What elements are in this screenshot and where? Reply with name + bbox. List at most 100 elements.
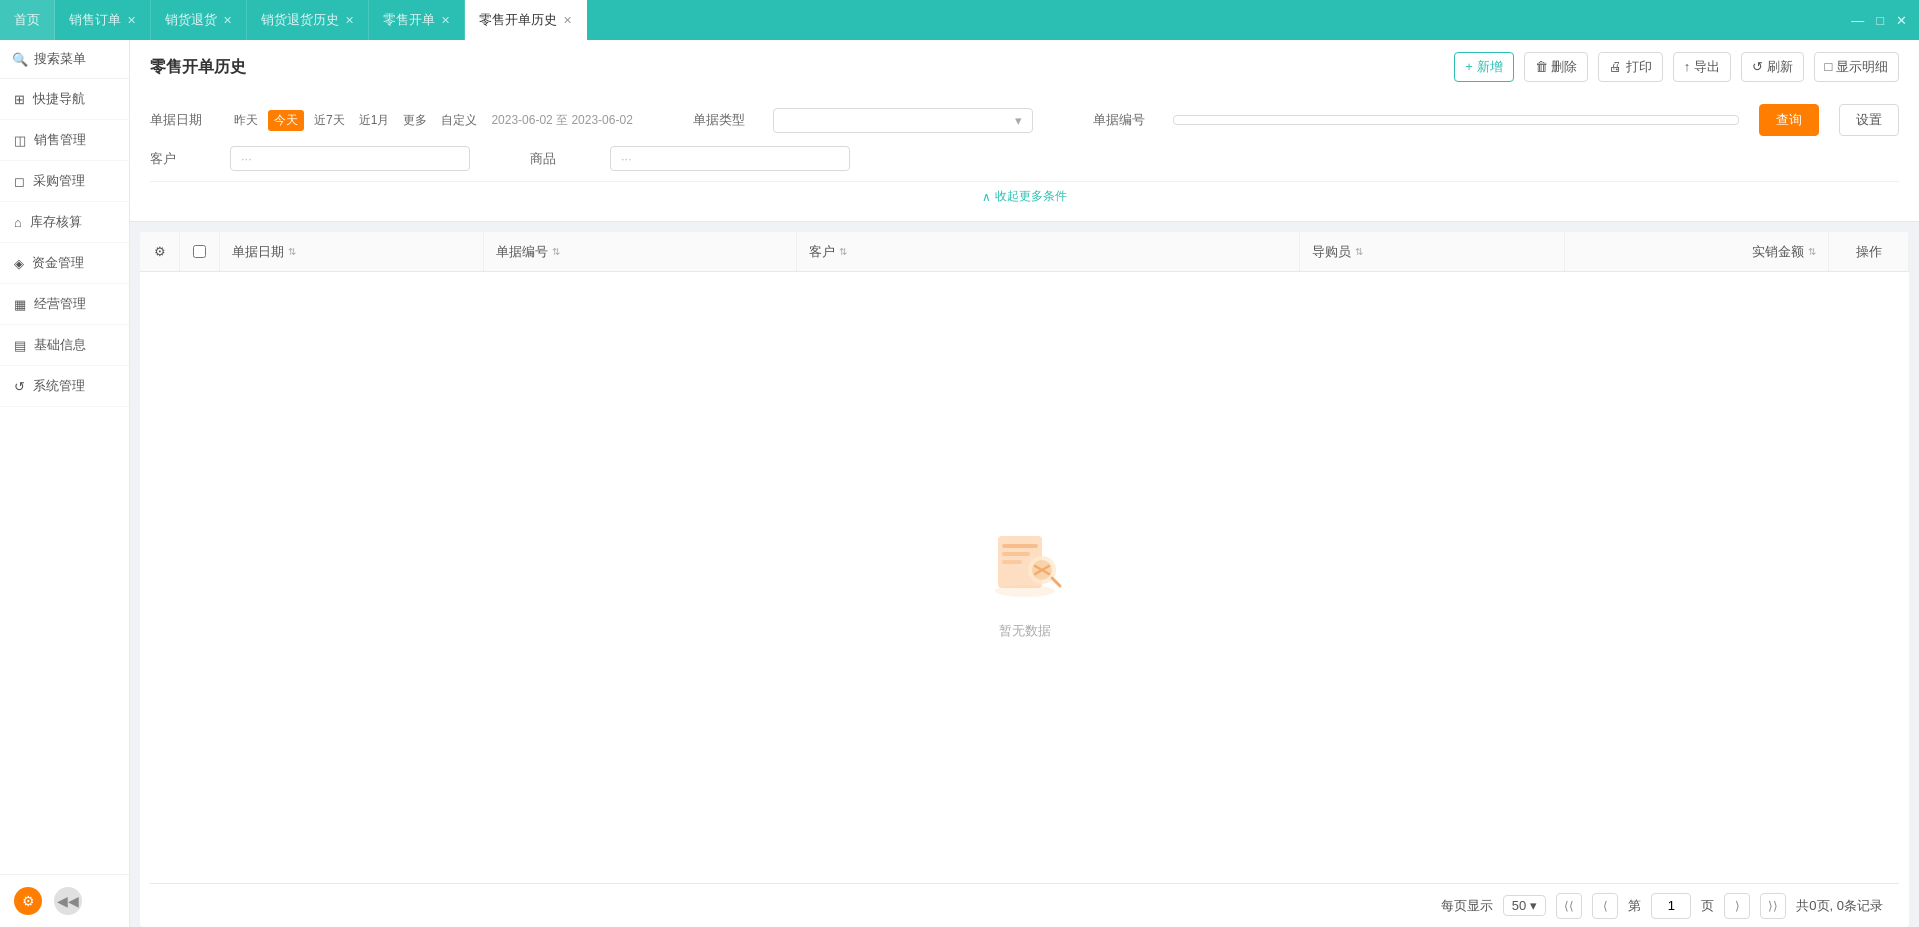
svg-rect-4 [1002, 560, 1022, 564]
collapse-icon: ∧ [982, 190, 991, 204]
guide-sort-icon[interactable]: ⇅ [1355, 246, 1363, 257]
refresh-button[interactable]: ↺ 刷新 [1741, 52, 1804, 82]
sidebar-search[interactable]: 🔍 搜索菜单 [0, 40, 129, 79]
svg-line-9 [1052, 578, 1060, 586]
type-filter-label: 单据类型 [693, 111, 753, 129]
sidebar: 🔍 搜索菜单 ⊞ 快捷导航 ◫ 销售管理 ◻ 采购管理 ⌂ 库存核算 ◈ 资金管… [0, 40, 130, 927]
goods-filter-input[interactable]: ··· [610, 146, 850, 171]
tab-sales-order[interactable]: 销售订单 ✕ [55, 0, 151, 40]
export-button[interactable]: ↑ 导出 [1673, 52, 1731, 82]
sys-mgmt-icon: ↺ [14, 379, 25, 394]
customer-ellipsis: ··· [241, 151, 252, 166]
page-input[interactable] [1651, 893, 1691, 919]
filter-row-customer: 客户 ··· 商品 ··· [150, 146, 1899, 171]
date-btn-yesterday[interactable]: 昨天 [230, 110, 262, 131]
tab-sales-return-history[interactable]: 销货退货历史 ✕ [247, 0, 369, 40]
sidebar-item-base-info[interactable]: ▤ 基础信息 [0, 325, 129, 366]
th-amount: 实销金额 ⇅ [1565, 232, 1829, 271]
tab-close-retail-open-history[interactable]: ✕ [563, 14, 572, 27]
window-maximize[interactable]: □ [1876, 13, 1884, 28]
sidebar-item-quick-nav[interactable]: ⊞ 快捷导航 [0, 79, 129, 120]
table-container: ⚙ 单据日期 ⇅ 单据编号 ⇅ 客户 ⇅ 导购员 [140, 232, 1909, 927]
delete-button[interactable]: 🗑 删除 [1524, 52, 1589, 82]
per-page-arrow: ▾ [1530, 898, 1537, 913]
filter-settings-button[interactable]: 设置 [1839, 104, 1899, 136]
window-minimize[interactable]: — [1851, 13, 1864, 28]
customer-sort-icon[interactable]: ⇅ [839, 246, 847, 257]
query-button[interactable]: 查询 [1759, 104, 1819, 136]
th-customer: 客户 ⇅ [797, 232, 1301, 271]
tab-close-sales-return-history[interactable]: ✕ [345, 14, 354, 27]
amount-sort-icon[interactable]: ⇅ [1808, 246, 1816, 257]
th-action: 操作 [1829, 232, 1909, 271]
date-range-display: 2023-06-02 至 2023-06-02 [491, 112, 632, 129]
sidebar-item-inventory[interactable]: ⌂ 库存核算 [0, 202, 129, 243]
page-next-btn[interactable]: ⟩ [1724, 893, 1750, 919]
settings-gear-button[interactable]: ⚙ [14, 887, 42, 915]
base-info-icon: ▤ [14, 338, 26, 353]
customer-filter-label: 客户 [150, 150, 210, 168]
tab-retail-open-history[interactable]: 零售开单历史 ✕ [465, 0, 587, 40]
search-icon: 🔍 [12, 52, 28, 67]
customer-filter-input[interactable]: ··· [230, 146, 470, 171]
sidebar-item-finance[interactable]: ◈ 资金管理 [0, 243, 129, 284]
page-title-row: 零售开单历史 + 新增 🗑 删除 🖨 打印 ↑ 导出 ↺ 刷新 □ 显示明细 [150, 52, 1899, 82]
empty-illustration [980, 516, 1070, 606]
inventory-icon: ⌂ [14, 215, 22, 230]
per-page-select[interactable]: 50 ▾ [1503, 895, 1546, 916]
sidebar-item-sales-mgmt[interactable]: ◫ 销售管理 [0, 120, 129, 161]
toolbar-buttons: + 新增 🗑 删除 🖨 打印 ↑ 导出 ↺ 刷新 □ 显示明细 [1454, 52, 1899, 82]
select-all-checkbox[interactable] [193, 245, 206, 258]
content-area: 零售开单历史 + 新增 🗑 删除 🖨 打印 ↑ 导出 ↺ 刷新 □ 显示明细 单… [130, 40, 1919, 927]
type-filter-select[interactable]: ▾ [773, 108, 1033, 133]
date-sort-icon[interactable]: ⇅ [288, 246, 296, 257]
date-btn-more[interactable]: 更多 [399, 110, 431, 131]
svg-rect-3 [1002, 552, 1030, 556]
purchase-icon: ◻ [14, 174, 25, 189]
num-filter-label: 单据编号 [1093, 111, 1153, 129]
sidebar-item-sys-mgmt[interactable]: ↺ 系统管理 [0, 366, 129, 407]
sales-mgmt-icon: ◫ [14, 133, 26, 148]
th-amount-label: 实销金额 [1752, 243, 1804, 261]
window-controls: — □ ✕ [1851, 13, 1919, 28]
display-detail-button[interactable]: □ 显示明细 [1814, 52, 1899, 82]
page-header: 零售开单历史 + 新增 🗑 删除 🖨 打印 ↑ 导出 ↺ 刷新 □ 显示明细 单… [130, 40, 1919, 222]
type-select-arrow: ▾ [1015, 113, 1022, 128]
date-filter-label: 单据日期 [150, 111, 210, 129]
th-num-label: 单据编号 [496, 243, 548, 261]
page-label2: 页 [1701, 897, 1714, 915]
sidebar-item-purchase-mgmt[interactable]: ◻ 采购管理 [0, 161, 129, 202]
sidebar-item-operations[interactable]: ▦ 经营管理 [0, 284, 129, 325]
page-prev-btn[interactable]: ⟨ [1592, 893, 1618, 919]
th-gear[interactable]: ⚙ [140, 232, 180, 271]
sidebar-collapse-button[interactable]: ◀◀ [54, 887, 82, 915]
th-action-label: 操作 [1856, 243, 1882, 261]
new-button[interactable]: + 新增 [1454, 52, 1513, 82]
page-first-btn[interactable]: ⟨⟨ [1556, 893, 1582, 919]
num-filter-input[interactable] [1173, 115, 1739, 125]
date-btn-today[interactable]: 今天 [268, 110, 304, 131]
quick-nav-icon: ⊞ [14, 92, 25, 107]
print-button[interactable]: 🖨 打印 [1598, 52, 1663, 82]
window-close[interactable]: ✕ [1896, 13, 1907, 28]
tab-retail-open[interactable]: 零售开单 ✕ [369, 0, 465, 40]
tab-close-sales-return[interactable]: ✕ [223, 14, 232, 27]
th-date: 单据日期 ⇅ [220, 232, 484, 271]
th-check[interactable] [180, 232, 220, 271]
tab-sales-return[interactable]: 销货退货 ✕ [151, 0, 247, 40]
goods-ellipsis: ··· [621, 151, 632, 166]
collapse-more-btn[interactable]: ∧ 收起更多条件 [150, 181, 1899, 211]
date-btn-1month[interactable]: 近1月 [355, 110, 394, 131]
tab-home[interactable]: 首页 [0, 0, 55, 40]
svg-rect-2 [1002, 544, 1038, 548]
tab-close-retail-open[interactable]: ✕ [441, 14, 450, 27]
filter-row-date: 单据日期 昨天 今天 近7天 近1月 更多 自定义 2023-06-02 至 2… [150, 104, 1899, 136]
total-info: 共0页, 0条记录 [1796, 897, 1883, 915]
tab-close-sales-order[interactable]: ✕ [127, 14, 136, 27]
date-btn-custom[interactable]: 自定义 [437, 110, 481, 131]
page-last-btn[interactable]: ⟩⟩ [1760, 893, 1786, 919]
num-sort-icon[interactable]: ⇅ [552, 246, 560, 257]
table-header: ⚙ 单据日期 ⇅ 单据编号 ⇅ 客户 ⇅ 导购员 [140, 232, 1909, 272]
date-btn-7days[interactable]: 近7天 [310, 110, 349, 131]
th-num: 单据编号 ⇅ [484, 232, 796, 271]
